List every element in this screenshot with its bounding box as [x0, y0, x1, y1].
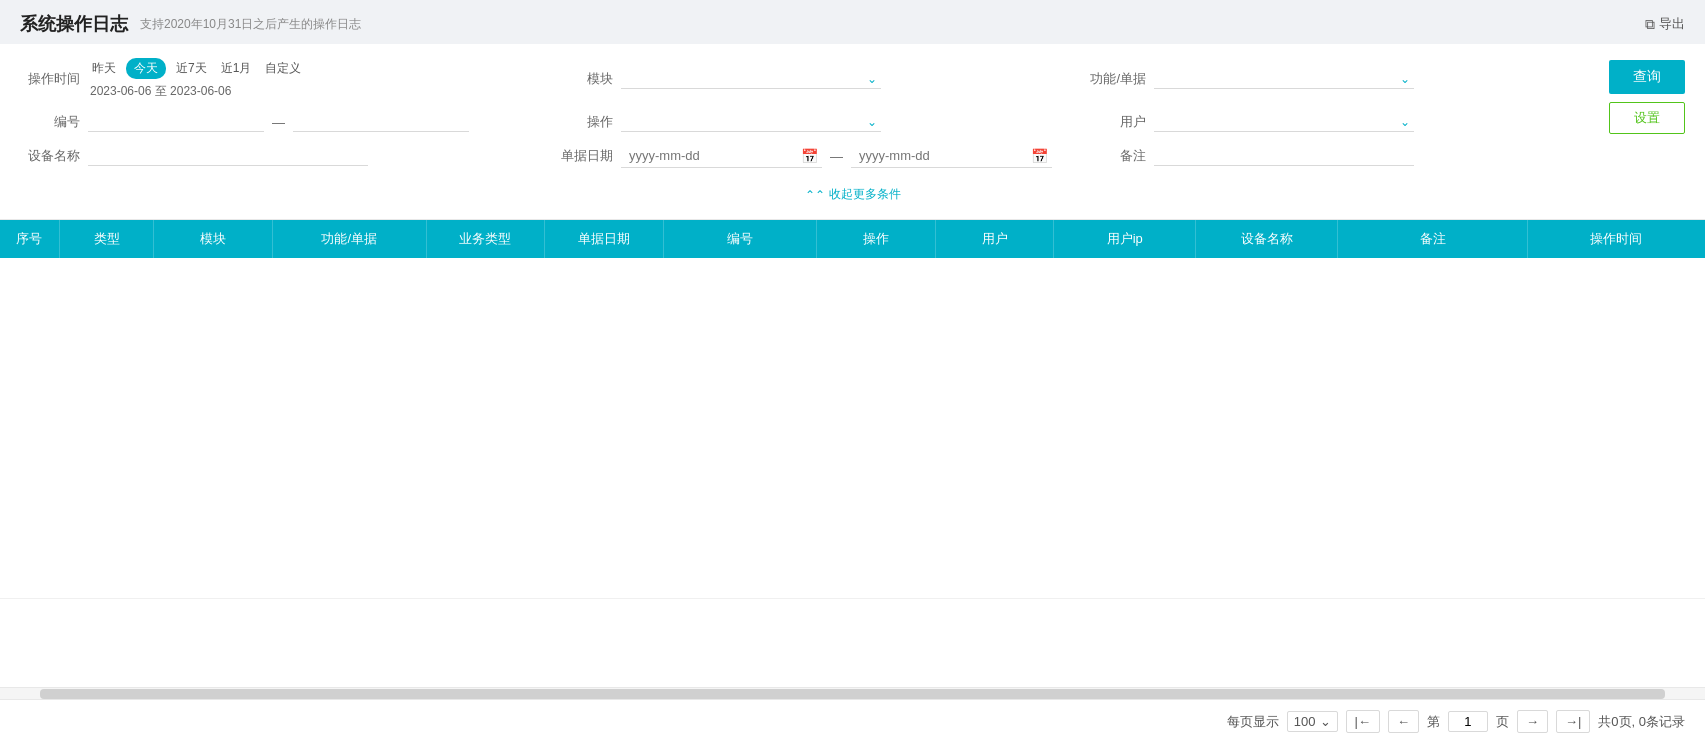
time-btn-today[interactable]: 今天 [126, 58, 166, 79]
time-btn-7days[interactable]: 近7天 [172, 59, 211, 78]
export-label: 导出 [1659, 15, 1685, 33]
next-page-button[interactable]: → [1517, 710, 1548, 733]
page-size-label: 每页显示 [1227, 713, 1279, 731]
collapse-icon: ⌃⌃ [805, 188, 825, 202]
time-btn-1month[interactable]: 近1月 [217, 59, 256, 78]
function-label: 功能/单据 [1086, 70, 1146, 88]
prev-page-button[interactable]: ← [1388, 710, 1419, 733]
operation-dropdown-icon: ⌄ [867, 115, 877, 129]
voucher-date-end-icon[interactable]: 📅 [1031, 148, 1048, 164]
col-type: 类型 [59, 220, 154, 258]
col-remark: 备注 [1338, 220, 1527, 258]
col-device: 设备名称 [1196, 220, 1338, 258]
operation-time-label: 操作时间 [20, 70, 80, 88]
user-select-value [1158, 114, 1400, 129]
remark-label: 备注 [1086, 147, 1146, 165]
module-label: 模块 [553, 70, 613, 88]
time-btn-yesterday[interactable]: 昨天 [88, 59, 120, 78]
page-size-select[interactable]: 100 ⌄ [1287, 711, 1338, 732]
collapse-label: 收起更多条件 [829, 186, 901, 203]
query-button[interactable]: 查询 [1609, 60, 1685, 94]
number-input-start[interactable] [88, 112, 264, 132]
collapse-bar[interactable]: ⌃⌃ 收起更多条件 [20, 180, 1685, 209]
scrollbar-thumb[interactable] [40, 689, 1665, 699]
function-select-value [1158, 71, 1400, 86]
export-icon: ⧉ [1645, 16, 1655, 33]
col-index: 序号 [0, 220, 59, 258]
voucher-date-start-icon[interactable]: 📅 [801, 148, 818, 164]
time-btn-custom[interactable]: 自定义 [261, 59, 305, 78]
voucher-date-dash: — [830, 149, 843, 164]
page-subtitle: 支持2020年10月31日之后产生的操作日志 [140, 16, 361, 33]
horizontal-scrollbar[interactable] [0, 687, 1705, 699]
col-business-type: 业务类型 [426, 220, 544, 258]
settings-button[interactable]: 设置 [1609, 102, 1685, 134]
page-unit: 页 [1496, 713, 1509, 731]
device-label: 设备名称 [20, 147, 80, 165]
time-range-display: 2023-06-06 至 2023-06-06 [90, 83, 305, 100]
voucher-date-label: 单据日期 [553, 147, 613, 165]
col-user-ip: 用户ip [1054, 220, 1196, 258]
operation-select[interactable]: ⌄ [621, 112, 881, 132]
function-select[interactable]: ⌄ [1154, 69, 1414, 89]
module-select-value [625, 71, 867, 86]
total-info: 共0页, 0条记录 [1598, 713, 1685, 731]
number-label: 编号 [20, 113, 80, 131]
user-select[interactable]: ⌄ [1154, 112, 1414, 132]
first-page-button[interactable]: |← [1346, 710, 1380, 733]
module-dropdown-icon: ⌄ [867, 72, 877, 86]
col-module: 模块 [154, 220, 272, 258]
remark-input[interactable] [1154, 146, 1414, 166]
table-header-row: 序号 类型 模块 功能/单据 业务类型 单据日期 编号 操作 用户 用户ip 设… [0, 220, 1705, 258]
operation-label: 操作 [553, 113, 613, 131]
col-function: 功能/单据 [272, 220, 426, 258]
page-size-value: 100 [1294, 714, 1316, 729]
voucher-date-start[interactable] [625, 146, 801, 165]
col-operation: 操作 [817, 220, 935, 258]
function-dropdown-icon: ⌄ [1400, 72, 1410, 86]
empty-cell [0, 258, 1705, 598]
pagination-bar: 每页显示 100 ⌄ |← ← 第 页 → →| 共0页, 0条记录 [0, 699, 1705, 743]
module-select[interactable]: ⌄ [621, 69, 881, 89]
page-title: 系统操作日志 [20, 12, 128, 36]
page-number-input[interactable] [1448, 711, 1488, 732]
page-label: 第 [1427, 713, 1440, 731]
operation-select-value [625, 114, 867, 129]
col-user: 用户 [935, 220, 1053, 258]
number-dash: — [272, 115, 285, 130]
col-operation-time: 操作时间 [1527, 220, 1705, 258]
col-voucher-date: 单据日期 [545, 220, 663, 258]
device-input[interactable] [88, 146, 368, 166]
col-number: 编号 [663, 220, 817, 258]
last-page-button[interactable]: →| [1556, 710, 1590, 733]
voucher-date-end[interactable] [855, 146, 1031, 165]
export-button[interactable]: ⧉ 导出 [1645, 15, 1685, 33]
number-input-end[interactable] [293, 112, 469, 132]
user-dropdown-icon: ⌄ [1400, 115, 1410, 129]
user-label: 用户 [1086, 113, 1146, 131]
page-size-arrow: ⌄ [1320, 714, 1331, 729]
